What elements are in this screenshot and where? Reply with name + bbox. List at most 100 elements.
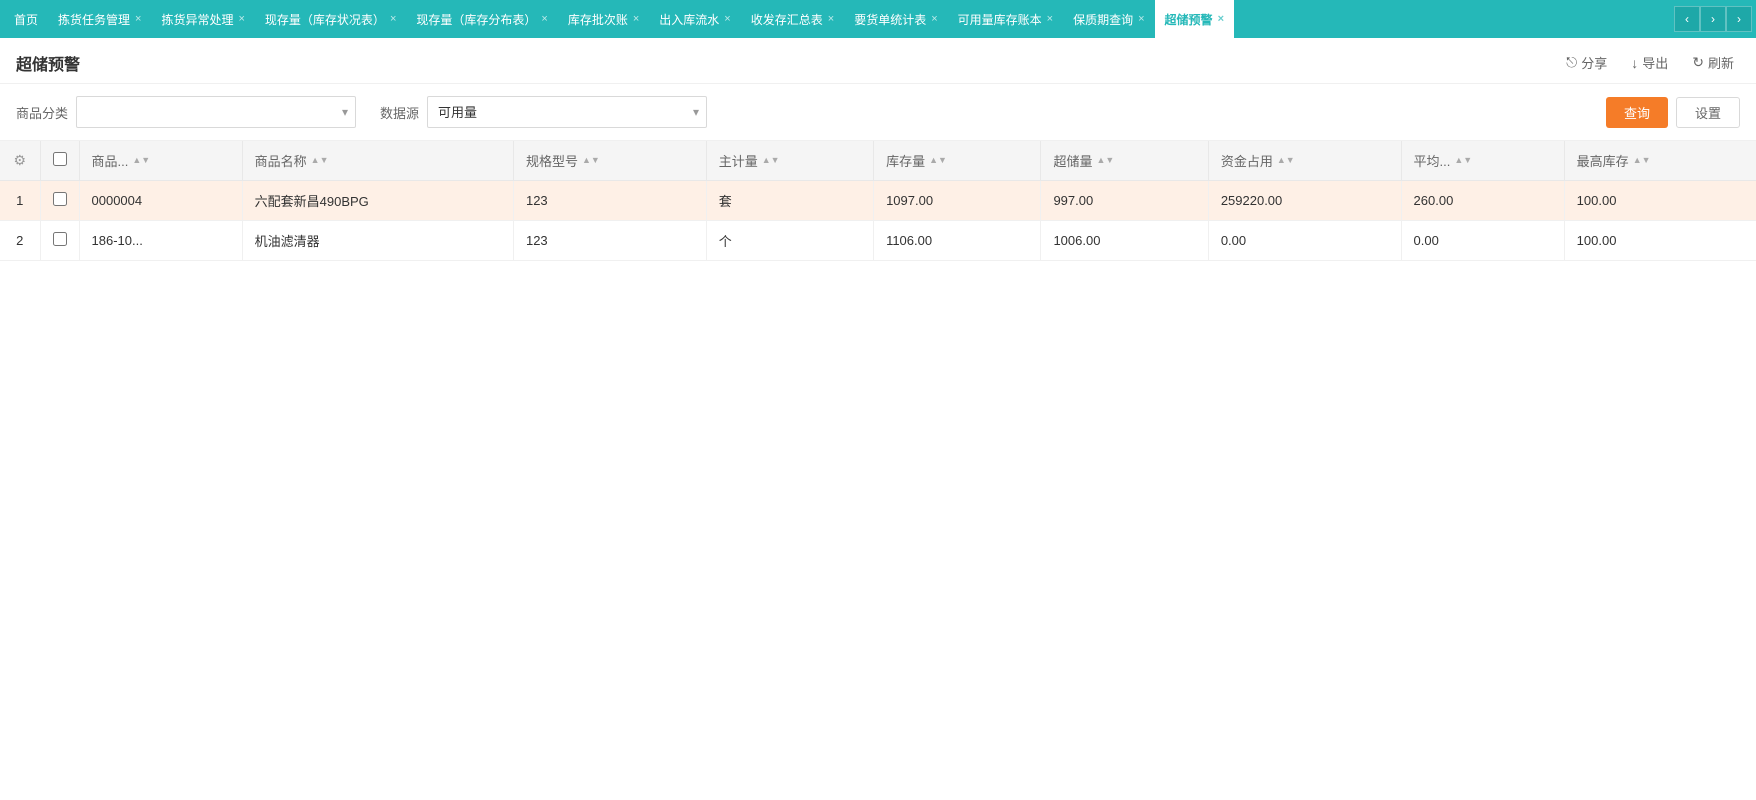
close-icon[interactable]: × (135, 13, 141, 25)
nav-tab-5[interactable]: 库存批次账 × (558, 0, 649, 38)
th-product-code[interactable]: 商品... ▲▼ (79, 141, 242, 181)
overflow: 1006.00 (1041, 221, 1208, 261)
sort-icon: ▲▼ (132, 156, 150, 165)
th-checkbox (40, 141, 79, 181)
close-icon[interactable]: × (1218, 13, 1224, 25)
row-index: 1 (0, 181, 40, 221)
sort-icon: ▲▼ (1277, 156, 1295, 165)
nav-tab-9[interactable]: 可用量库存账本 × (948, 0, 1063, 38)
capital: 0.00 (1208, 221, 1401, 261)
filter-bar: 商品分类 数据源 可用量 查询 设置 (0, 84, 1756, 141)
avg: 260.00 (1401, 181, 1564, 221)
export-button[interactable]: ↓ 导出 (1625, 50, 1674, 75)
nav-tab-6[interactable]: 出入库流水 × (649, 0, 740, 38)
th-spec[interactable]: 规格型号 ▲▼ (513, 141, 706, 181)
max-stock: 100.00 (1564, 181, 1756, 221)
spec: 123 (513, 181, 706, 221)
table-header-row: ⚙ 商品... ▲▼ 商品名称 ▲▼ (0, 141, 1756, 181)
close-icon[interactable]: × (828, 13, 834, 25)
share-button[interactable]: ⎋ 分享 (1560, 50, 1613, 75)
row-checkbox-cell (40, 181, 79, 221)
stock: 1106.00 (874, 221, 1041, 261)
sort-icon: ▲▼ (311, 156, 329, 165)
close-icon[interactable]: × (1138, 13, 1144, 25)
close-icon[interactable]: × (633, 13, 639, 25)
th-settings: ⚙ (0, 141, 40, 181)
capital: 259220.00 (1208, 181, 1401, 221)
close-icon[interactable]: × (541, 13, 547, 25)
unit: 套 (706, 181, 873, 221)
max-stock: 100.00 (1564, 221, 1756, 261)
nav-tab-home[interactable]: 首页 (4, 0, 48, 38)
sort-icon: ▲▼ (929, 156, 947, 165)
row-index: 2 (0, 221, 40, 261)
nav-tab-4[interactable]: 现存量（库存分布表） × (406, 0, 557, 38)
category-select-wrapper (76, 96, 356, 128)
data-table: ⚙ 商品... ▲▼ 商品名称 ▲▼ (0, 141, 1756, 261)
overflow: 997.00 (1041, 181, 1208, 221)
row-checkbox[interactable] (53, 192, 67, 206)
settings-button[interactable]: 设置 (1676, 97, 1740, 128)
datasource-label: 数据源 (380, 103, 419, 122)
top-nav: 首页 拣货任务管理 × 拣货异常处理 × 现存量（库存状况表） × 现存量（库存… (0, 0, 1756, 38)
table-row: 1 0000004 六配套新昌490BPG 123 套 1097.00 997.… (0, 181, 1756, 221)
nav-tab-2[interactable]: 拣货异常处理 × (151, 0, 254, 38)
nav-tab-8[interactable]: 要货单统计表 × (844, 0, 947, 38)
nav-prev-button[interactable]: ‹ (1674, 6, 1700, 32)
filter-actions: 查询 设置 (1606, 97, 1740, 128)
spec: 123 (513, 221, 706, 261)
column-settings-icon[interactable]: ⚙ (13, 152, 26, 168)
category-filter: 商品分类 (16, 96, 356, 128)
product-code: 186-10... (79, 221, 242, 261)
page-header: 超储预警 ⎋ 分享 ↓ 导出 ↻ 刷新 (0, 38, 1756, 84)
th-avg[interactable]: 平均... ▲▼ (1401, 141, 1564, 181)
close-icon[interactable]: × (1047, 13, 1053, 25)
table-container: ⚙ 商品... ▲▼ 商品名称 ▲▼ (0, 141, 1756, 261)
table-row: 2 186-10... 机油滤清器 123 个 1106.00 1006.00 … (0, 221, 1756, 261)
nav-tab-3[interactable]: 现存量（库存状况表） × (255, 0, 406, 38)
close-icon[interactable]: × (931, 13, 937, 25)
th-max-stock[interactable]: 最高库存 ▲▼ (1564, 141, 1756, 181)
datasource-filter: 数据源 可用量 (380, 96, 707, 128)
category-select[interactable] (76, 96, 356, 128)
nav-more-button[interactable]: › (1726, 6, 1752, 32)
refresh-button[interactable]: ↻ 刷新 (1686, 50, 1740, 75)
th-overflow[interactable]: 超储量 ▲▼ (1041, 141, 1208, 181)
nav-arrows: ‹ › › (1674, 6, 1752, 32)
query-button[interactable]: 查询 (1606, 97, 1668, 128)
th-product-name[interactable]: 商品名称 ▲▼ (242, 141, 513, 181)
sort-icon: ▲▼ (1096, 156, 1114, 165)
share-icon: ⎋ (1566, 54, 1577, 71)
row-checkbox[interactable] (53, 232, 67, 246)
table-body: 1 0000004 六配套新昌490BPG 123 套 1097.00 997.… (0, 181, 1756, 261)
product-name: 机油滤清器 (242, 221, 513, 261)
page-title: 超储预警 (16, 51, 80, 75)
th-unit[interactable]: 主计量 ▲▼ (706, 141, 873, 181)
avg: 0.00 (1401, 221, 1564, 261)
nav-tab-active[interactable]: 超储预警 × (1155, 0, 1234, 38)
sort-icon: ▲▼ (582, 156, 600, 165)
th-stock[interactable]: 库存量 ▲▼ (874, 141, 1041, 181)
nav-next-button[interactable]: › (1700, 6, 1726, 32)
close-icon[interactable]: × (238, 13, 244, 25)
nav-tab-10[interactable]: 保质期查询 × (1063, 0, 1154, 38)
nav-tab-1[interactable]: 拣货任务管理 × (48, 0, 151, 38)
close-icon[interactable]: × (724, 13, 730, 25)
header-actions: ⎋ 分享 ↓ 导出 ↻ 刷新 (1560, 50, 1740, 75)
product-code: 0000004 (79, 181, 242, 221)
close-icon[interactable]: × (390, 13, 396, 25)
export-icon: ↓ (1631, 55, 1638, 71)
page-content: 超储预警 ⎋ 分享 ↓ 导出 ↻ 刷新 商品分类 (0, 38, 1756, 800)
sort-icon: ▲▼ (1454, 156, 1472, 165)
product-name: 六配套新昌490BPG (242, 181, 513, 221)
select-all-checkbox[interactable] (53, 152, 67, 166)
stock: 1097.00 (874, 181, 1041, 221)
unit: 个 (706, 221, 873, 261)
th-capital[interactable]: 资金占用 ▲▼ (1208, 141, 1401, 181)
sort-icon: ▲▼ (762, 156, 780, 165)
sort-icon: ▲▼ (1633, 156, 1651, 165)
datasource-select[interactable]: 可用量 (427, 96, 707, 128)
row-checkbox-cell (40, 221, 79, 261)
datasource-select-wrapper: 可用量 (427, 96, 707, 128)
nav-tab-7[interactable]: 收发存汇总表 × (741, 0, 844, 38)
